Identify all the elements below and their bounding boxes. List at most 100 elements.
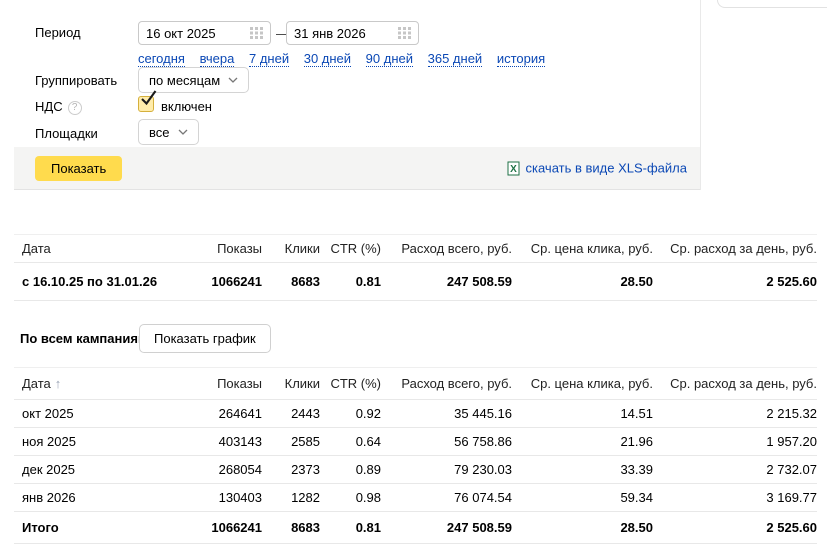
- preset-7-days[interactable]: 7 дней: [248, 51, 290, 67]
- cell-cost-total: 56 758.86: [381, 427, 512, 456]
- col-header-avg-cpc: Ср. цена клика, руб.: [512, 234, 653, 263]
- cell-avg-cpc: 59.34: [512, 483, 653, 512]
- cell-date: с 16.10.25 по 31.01.26: [14, 262, 194, 301]
- col-header-date: Дата: [14, 234, 194, 263]
- campaigns-section-head: По всем кампаниям Показать график: [20, 324, 271, 353]
- filter-actions-bar: Показать X скачать в виде XLS-файла: [14, 147, 700, 190]
- cell-ctr: 0.64: [320, 427, 381, 456]
- sort-asc-icon: ↑: [54, 376, 62, 391]
- cell-cost-total: 247 508.59: [381, 262, 512, 301]
- calendar-icon[interactable]: [250, 27, 263, 39]
- group-by-label: Группировать: [35, 73, 118, 88]
- platforms-select[interactable]: все: [138, 119, 199, 145]
- preset-yesterday[interactable]: вчера: [199, 51, 235, 67]
- platforms-value: все: [149, 124, 170, 140]
- date-from-field[interactable]: [138, 21, 271, 45]
- cell-impressions: 130403: [194, 483, 262, 512]
- vat-checkbox-label: включен: [161, 99, 212, 114]
- preset-30-days[interactable]: 30 дней: [303, 51, 352, 67]
- col-header-impressions: Показы: [194, 234, 262, 263]
- table-row: ноя 2025 403143 2585 0.64 56 758.86 21.9…: [14, 427, 817, 456]
- cell-avg-daily-cost: 1 957.20: [653, 427, 817, 456]
- platforms-label: Площадки: [35, 126, 98, 141]
- cell-clicks: 8683: [262, 511, 320, 544]
- calendar-icon[interactable]: [398, 27, 411, 39]
- cell-avg-daily-cost: 2 525.60: [653, 262, 817, 301]
- cell-impressions: 264641: [194, 399, 262, 428]
- col-header-date-sortable[interactable]: Дата ↑: [14, 367, 194, 400]
- help-icon[interactable]: ?: [67, 101, 82, 115]
- cell-date: окт 2025: [14, 399, 194, 428]
- col-header-clicks: Клики: [262, 367, 320, 400]
- chevron-down-icon: [178, 129, 187, 135]
- cell-cost-total: 35 445.16: [381, 399, 512, 428]
- cell-avg-cpc: 21.96: [512, 427, 653, 456]
- group-by-value: по месяцам: [149, 72, 221, 88]
- show-button[interactable]: Показать: [35, 156, 123, 181]
- cell-avg-daily-cost: 2 215.32: [653, 399, 817, 428]
- col-header-avg-cpc: Ср. цена клика, руб.: [512, 367, 653, 400]
- preset-history[interactable]: история: [496, 51, 546, 67]
- cell-impressions: 1066241: [194, 262, 262, 301]
- col-header-cost-total: Расход всего, руб.: [381, 234, 512, 263]
- cell-ctr: 0.92: [320, 399, 381, 428]
- date-to-input[interactable]: [294, 25, 398, 41]
- chevron-down-icon: [228, 77, 238, 83]
- cell-avg-cpc: 28.50: [512, 262, 653, 301]
- cell-date: Итого: [14, 511, 194, 544]
- period-label: Период: [35, 25, 81, 40]
- date-from-input[interactable]: [146, 25, 250, 41]
- cell-cost-total: 76 074.54: [381, 483, 512, 512]
- col-header-avg-daily-cost: Ср. расход за день, руб.: [653, 234, 817, 263]
- cell-avg-daily-cost: 2 732.07: [653, 455, 817, 484]
- col-header-avg-daily-cost: Ср. расход за день, руб.: [653, 367, 817, 400]
- vat-label: НДС?: [35, 99, 82, 115]
- cell-impressions: 268054: [194, 455, 262, 484]
- cell-date: янв 2026: [14, 483, 194, 512]
- cell-avg-cpc: 14.51: [512, 399, 653, 428]
- campaigns-title: По всем кампаниям: [20, 331, 148, 346]
- cell-ctr: 0.81: [320, 511, 381, 544]
- cell-avg-cpc: 33.39: [512, 455, 653, 484]
- preset-today[interactable]: сегодня: [138, 51, 185, 67]
- svg-text:X: X: [510, 164, 517, 175]
- cell-cost-total: 247 508.59: [381, 511, 512, 544]
- cell-ctr: 0.81: [320, 262, 381, 301]
- date-to-field[interactable]: [286, 21, 419, 45]
- cell-avg-daily-cost: 2 525.60: [653, 511, 817, 544]
- table-row: окт 2025 264641 2443 0.92 35 445.16 14.5…: [14, 399, 817, 428]
- cell-clicks: 2585: [262, 427, 320, 456]
- preset-365-days[interactable]: 365 дней: [427, 51, 483, 67]
- cell-avg-daily-cost: 3 169.77: [653, 483, 817, 512]
- total-row: Итого 1066241 8683 0.81 247 508.59 28.50…: [14, 511, 817, 544]
- col-header-ctr: CTR (%): [320, 367, 381, 400]
- checkmark-icon: [141, 90, 157, 106]
- preset-90-days[interactable]: 90 дней: [365, 51, 413, 67]
- detail-table: Дата ↑ Показы Клики CTR (%) Расход всего,…: [14, 367, 817, 544]
- cell-ctr: 0.98: [320, 483, 381, 512]
- cell-date: ноя 2025: [14, 427, 194, 456]
- summary-table: Дата Показы Клики CTR (%) Расход всего, …: [14, 234, 817, 301]
- cell-clicks: 1282: [262, 483, 320, 512]
- cell-clicks: 8683: [262, 262, 320, 301]
- cell-ctr: 0.89: [320, 455, 381, 484]
- summary-header-row: Дата Показы Клики CTR (%) Расход всего, …: [14, 234, 817, 263]
- panel-corner: [717, 0, 827, 8]
- download-xls-text: скачать в виде XLS-файла: [525, 160, 688, 176]
- cell-date: дек 2025: [14, 455, 194, 484]
- cell-avg-cpc: 28.50: [512, 511, 653, 544]
- cell-impressions: 403143: [194, 427, 262, 456]
- col-header-ctr: CTR (%): [320, 234, 381, 263]
- stats-filter-panel: Период — сегодн: [14, 0, 701, 190]
- col-header-impressions: Показы: [194, 367, 262, 400]
- show-chart-button[interactable]: Показать график: [139, 324, 271, 353]
- col-header-clicks: Клики: [262, 234, 320, 263]
- download-xls-link[interactable]: X скачать в виде XLS-файла: [507, 160, 688, 176]
- vat-checkbox[interactable]: [138, 90, 157, 112]
- summary-row: с 16.10.25 по 31.01.26 1066241 8683 0.81…: [14, 262, 817, 301]
- period-presets: сегодня вчера 7 дней 30 дней 90 дней 365…: [138, 51, 556, 67]
- detail-header-row: Дата ↑ Показы Клики CTR (%) Расход всего,…: [14, 367, 817, 400]
- cell-clicks: 2373: [262, 455, 320, 484]
- table-row: дек 2025 268054 2373 0.89 79 230.03 33.3…: [14, 455, 817, 484]
- col-header-cost-total: Расход всего, руб.: [381, 367, 512, 400]
